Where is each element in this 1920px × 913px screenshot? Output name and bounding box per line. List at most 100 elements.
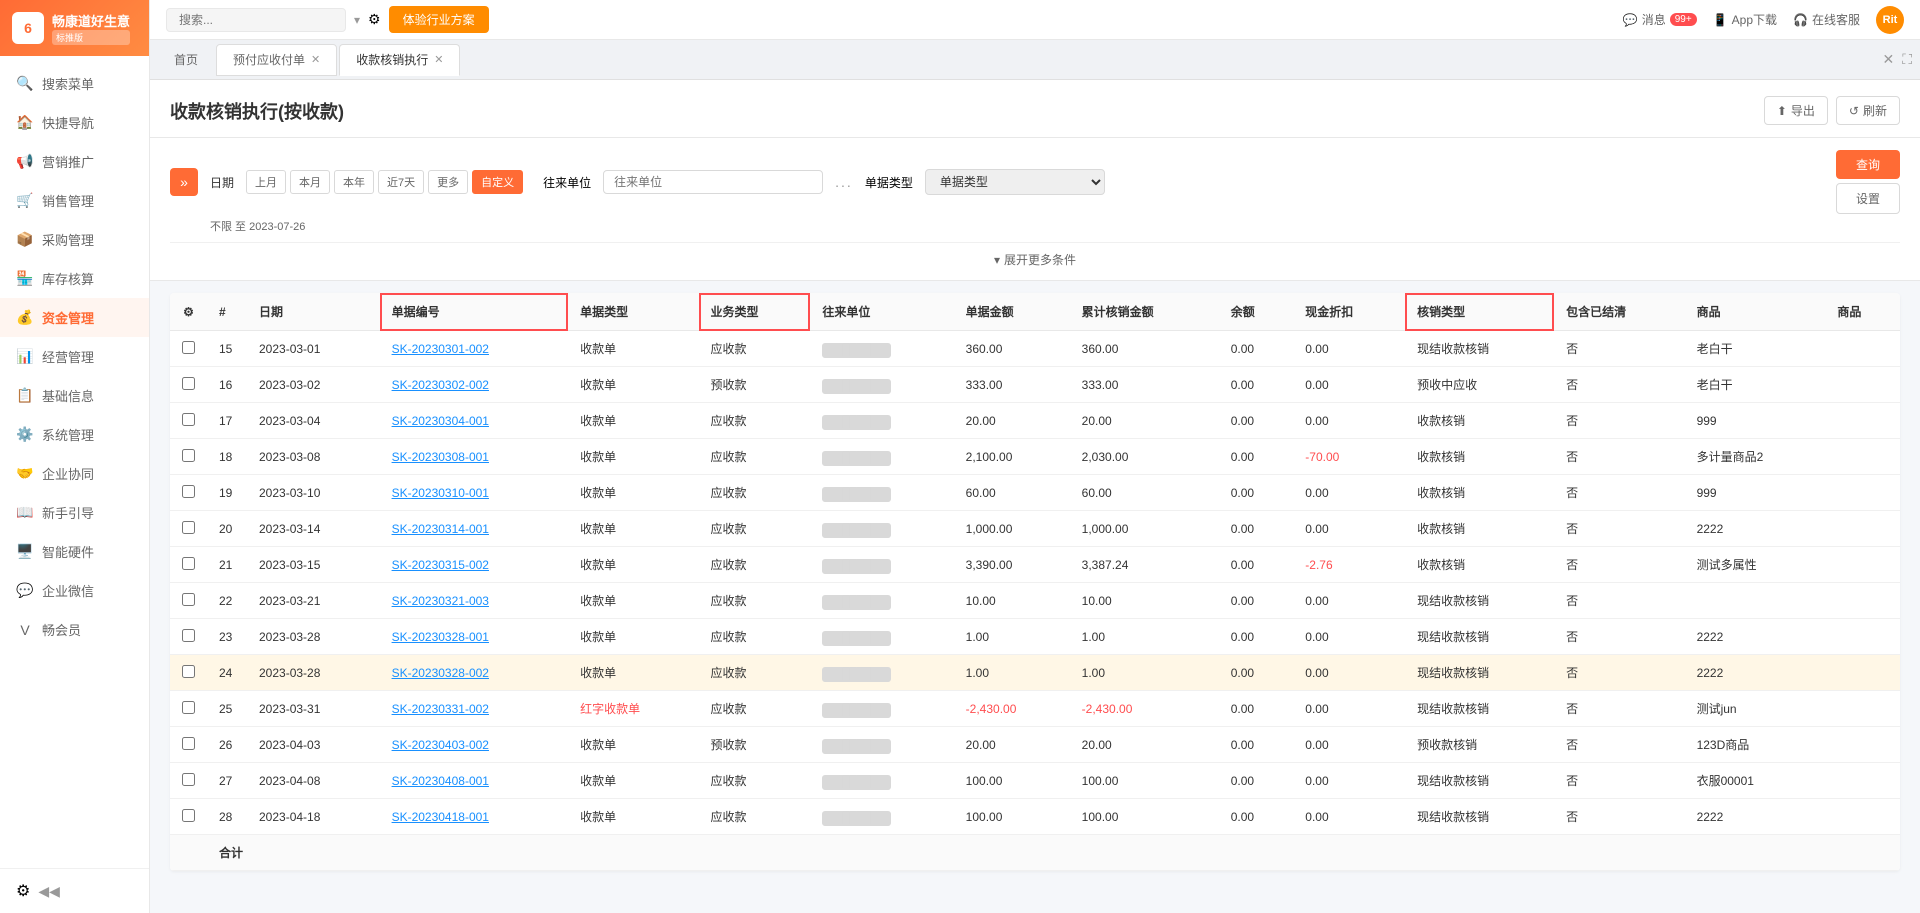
td-checkbox-7[interactable] <box>170 583 207 619</box>
th-settings[interactable]: ⚙ <box>170 293 207 331</box>
bill-no-link-1[interactable]: SK-20230302-002 <box>392 378 489 392</box>
app-download-area[interactable]: 📱 App下载 <box>1713 11 1777 28</box>
td-checkbox-0[interactable] <box>170 331 207 367</box>
bill-no-link-13[interactable]: SK-20230418-001 <box>392 810 489 824</box>
settings-footer-icon[interactable]: ⚙ <box>16 881 30 901</box>
row-checkbox-6[interactable] <box>182 557 195 570</box>
row-checkbox-7[interactable] <box>182 593 195 606</box>
filter-partner-input[interactable] <box>603 170 823 194</box>
td-bill-no-0[interactable]: SK-20230301-002 <box>380 331 569 367</box>
td-bill-no-12[interactable]: SK-20230408-001 <box>380 763 569 799</box>
td-bill-no-4[interactable]: SK-20230310-001 <box>380 475 569 511</box>
bill-no-link-10[interactable]: SK-20230331-002 <box>392 702 489 716</box>
sidebar-item-guide[interactable]: 📖 新手引导 <box>0 493 149 532</box>
td-checkbox-5[interactable] <box>170 511 207 547</box>
td-bill-no-6[interactable]: SK-20230315-002 <box>380 547 569 583</box>
date-btn-more[interactable]: 更多 <box>428 170 468 194</box>
sidebar-item-sales[interactable]: 🛒 销售管理 <box>0 181 149 220</box>
sidebar-item-member[interactable]: V 畅会员 <box>0 610 149 649</box>
row-checkbox-2[interactable] <box>182 413 195 426</box>
td-checkbox-9[interactable] <box>170 655 207 691</box>
expand-window-icon[interactable]: ⛶ <box>1902 51 1912 68</box>
td-bill-no-10[interactable]: SK-20230331-002 <box>380 691 569 727</box>
topbar-gear-icon[interactable]: ⚙ <box>368 11 381 28</box>
filter-toggle-button[interactable]: » <box>170 168 198 196</box>
close-window-icon[interactable]: ✕ <box>1882 51 1894 68</box>
bill-no-link-0[interactable]: SK-20230301-002 <box>392 342 489 356</box>
date-btn-this-year[interactable]: 本年 <box>334 170 374 194</box>
bill-no-link-5[interactable]: SK-20230314-001 <box>392 522 489 536</box>
row-checkbox-4[interactable] <box>182 485 195 498</box>
filter-bill-type-select[interactable]: 单据类型 <box>925 169 1105 195</box>
bill-no-link-11[interactable]: SK-20230403-002 <box>392 738 489 752</box>
tab-prepay[interactable]: 预付应收付单 ✕ <box>216 44 337 76</box>
date-btn-last-month[interactable]: 上月 <box>246 170 286 194</box>
td-bill-no-2[interactable]: SK-20230304-001 <box>380 403 569 439</box>
td-checkbox-1[interactable] <box>170 367 207 403</box>
sidebar-item-enterprise[interactable]: 🤝 企业协同 <box>0 454 149 493</box>
bill-no-link-8[interactable]: SK-20230328-001 <box>392 630 489 644</box>
sidebar-item-quicknav[interactable]: 🏠 快捷导航 <box>0 103 149 142</box>
sidebar-item-hardware[interactable]: 🖥️ 智能硬件 <box>0 532 149 571</box>
td-bill-no-7[interactable]: SK-20230321-003 <box>380 583 569 619</box>
query-button[interactable]: 查询 <box>1836 150 1900 179</box>
sidebar-item-wechat[interactable]: 💬 企业微信 <box>0 571 149 610</box>
sidebar-item-finance[interactable]: 💰 资金管理 <box>0 298 149 337</box>
tab-writeoff[interactable]: 收款核销执行 ✕ <box>339 44 460 76</box>
row-checkbox-10[interactable] <box>182 701 195 714</box>
sidebar-item-operations[interactable]: 📊 经营管理 <box>0 337 149 376</box>
collapse-icon[interactable]: ◀◀ <box>38 883 60 900</box>
td-bill-no-9[interactable]: SK-20230328-002 <box>380 655 569 691</box>
tab-prepay-close[interactable]: ✕ <box>311 53 320 66</box>
refresh-button[interactable]: ↺ 刷新 <box>1836 96 1900 125</box>
bill-no-link-7[interactable]: SK-20230321-003 <box>392 594 489 608</box>
export-button[interactable]: ⬆ 导出 <box>1764 96 1828 125</box>
dropdown-arrow-icon[interactable]: ▾ <box>354 13 360 27</box>
date-btn-7days[interactable]: 近7天 <box>378 170 424 194</box>
date-btn-custom[interactable]: 自定义 <box>472 170 523 194</box>
industry-solution-button[interactable]: 体验行业方案 <box>389 6 489 33</box>
bill-no-link-3[interactable]: SK-20230308-001 <box>392 450 489 464</box>
td-checkbox-12[interactable] <box>170 763 207 799</box>
row-checkbox-8[interactable] <box>182 629 195 642</box>
td-checkbox-8[interactable] <box>170 619 207 655</box>
tab-writeoff-close[interactable]: ✕ <box>434 53 443 66</box>
tab-home[interactable]: 首页 <box>158 44 214 76</box>
sidebar-item-purchase[interactable]: 📦 采购管理 <box>0 220 149 259</box>
td-bill-no-8[interactable]: SK-20230328-001 <box>380 619 569 655</box>
sidebar-item-marketing[interactable]: 📢 营销推广 <box>0 142 149 181</box>
td-checkbox-3[interactable] <box>170 439 207 475</box>
date-btn-this-month[interactable]: 本月 <box>290 170 330 194</box>
row-checkbox-3[interactable] <box>182 449 195 462</box>
td-checkbox-11[interactable] <box>170 727 207 763</box>
bill-no-link-9[interactable]: SK-20230328-002 <box>392 666 489 680</box>
bill-no-link-2[interactable]: SK-20230304-001 <box>392 414 489 428</box>
sidebar-item-inventory[interactable]: 🏪 库存核算 <box>0 259 149 298</box>
td-bill-no-13[interactable]: SK-20230418-001 <box>380 799 569 835</box>
messages-area[interactable]: 💬 消息 99+ <box>1623 11 1697 28</box>
setting-button[interactable]: 设置 <box>1836 183 1900 214</box>
td-bill-no-11[interactable]: SK-20230403-002 <box>380 727 569 763</box>
sidebar-item-system[interactable]: ⚙️ 系统管理 <box>0 415 149 454</box>
row-checkbox-11[interactable] <box>182 737 195 750</box>
bill-no-link-12[interactable]: SK-20230408-001 <box>392 774 489 788</box>
td-checkbox-10[interactable] <box>170 691 207 727</box>
td-checkbox-13[interactable] <box>170 799 207 835</box>
sidebar-item-search[interactable]: 🔍 搜索菜单 <box>0 64 149 103</box>
row-checkbox-13[interactable] <box>182 809 195 822</box>
td-checkbox-6[interactable] <box>170 547 207 583</box>
td-checkbox-2[interactable] <box>170 403 207 439</box>
topbar-search-input[interactable] <box>166 8 346 32</box>
td-bill-no-1[interactable]: SK-20230302-002 <box>380 367 569 403</box>
row-checkbox-0[interactable] <box>182 341 195 354</box>
row-checkbox-1[interactable] <box>182 377 195 390</box>
td-bill-no-3[interactable]: SK-20230308-001 <box>380 439 569 475</box>
bill-no-link-6[interactable]: SK-20230315-002 <box>392 558 489 572</box>
customer-service-area[interactable]: 🎧 在线客服 <box>1793 11 1860 28</box>
bill-no-link-4[interactable]: SK-20230310-001 <box>392 486 489 500</box>
row-checkbox-9[interactable] <box>182 665 195 678</box>
td-checkbox-4[interactable] <box>170 475 207 511</box>
sidebar-item-basic[interactable]: 📋 基础信息 <box>0 376 149 415</box>
expand-more-button[interactable]: ▾ 展开更多条件 <box>170 251 1900 268</box>
td-bill-no-5[interactable]: SK-20230314-001 <box>380 511 569 547</box>
